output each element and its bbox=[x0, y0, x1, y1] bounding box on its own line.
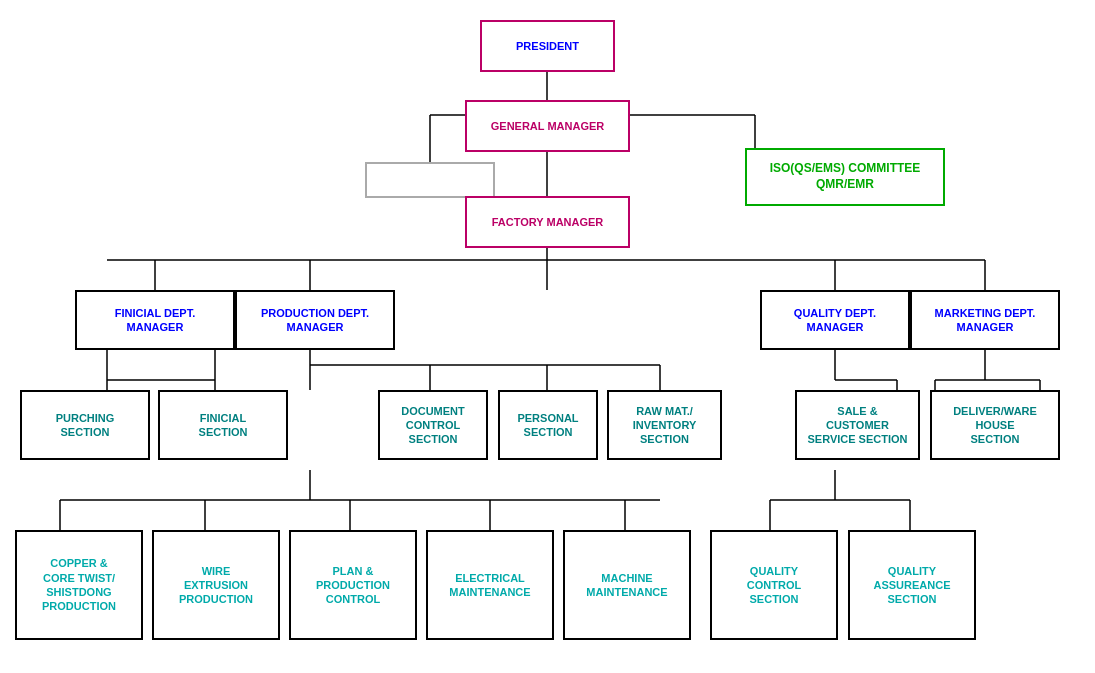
production-dept-box: PRODUCTION DEPT. MANAGER bbox=[235, 290, 395, 350]
machine-box: MACHINE MAINTENANCE bbox=[563, 530, 691, 640]
finicial-section-box: FINICIAL SECTION bbox=[158, 390, 288, 460]
blank-box bbox=[365, 162, 495, 198]
personal-section-box: PERSONAL SECTION bbox=[498, 390, 598, 460]
raw-mat-section-box: RAW MAT./ INVENTORY SECTION bbox=[607, 390, 722, 460]
document-control-box: DOCUMENT CONTROL SECTION bbox=[378, 390, 488, 460]
fm-box: FACTORY MANAGER bbox=[465, 196, 630, 248]
quality-control-box: QUALITY CONTROL SECTION bbox=[710, 530, 838, 640]
president-box: PRESIDENT bbox=[480, 20, 615, 72]
gm-box: GENERAL MANAGER bbox=[465, 100, 630, 152]
marketing-dept-box: MARKETING DEPT. MANAGER bbox=[910, 290, 1060, 350]
plan-production-box: PLAN & PRODUCTION CONTROL bbox=[289, 530, 417, 640]
quality-assurance-box: QUALITY ASSUREANCE SECTION bbox=[848, 530, 976, 640]
wire-extrusion-box: WIRE EXTRUSION PRODUCTION bbox=[152, 530, 280, 640]
financial-dept-box: FINICIAL DEPT. MANAGER bbox=[75, 290, 235, 350]
deliver-warehouse-box: DELIVER/WARE HOUSE SECTION bbox=[930, 390, 1060, 460]
org-chart: PRESIDENT GENERAL MANAGER ISO(QS/EMS) CO… bbox=[0, 0, 1095, 673]
sale-customer-box: SALE & CUSTOMER SERVICE SECTION bbox=[795, 390, 920, 460]
iso-box: ISO(QS/EMS) COMMITTEE QMR/EMR bbox=[745, 148, 945, 206]
electrical-box: ELECTRICAL MAINTENANCE bbox=[426, 530, 554, 640]
copper-box: COPPER & CORE TWIST/ SHISTDONG PRODUCTIO… bbox=[15, 530, 143, 640]
quality-dept-box: QUALITY DEPT. MANAGER bbox=[760, 290, 910, 350]
purching-section-box: PURCHING SECTION bbox=[20, 390, 150, 460]
